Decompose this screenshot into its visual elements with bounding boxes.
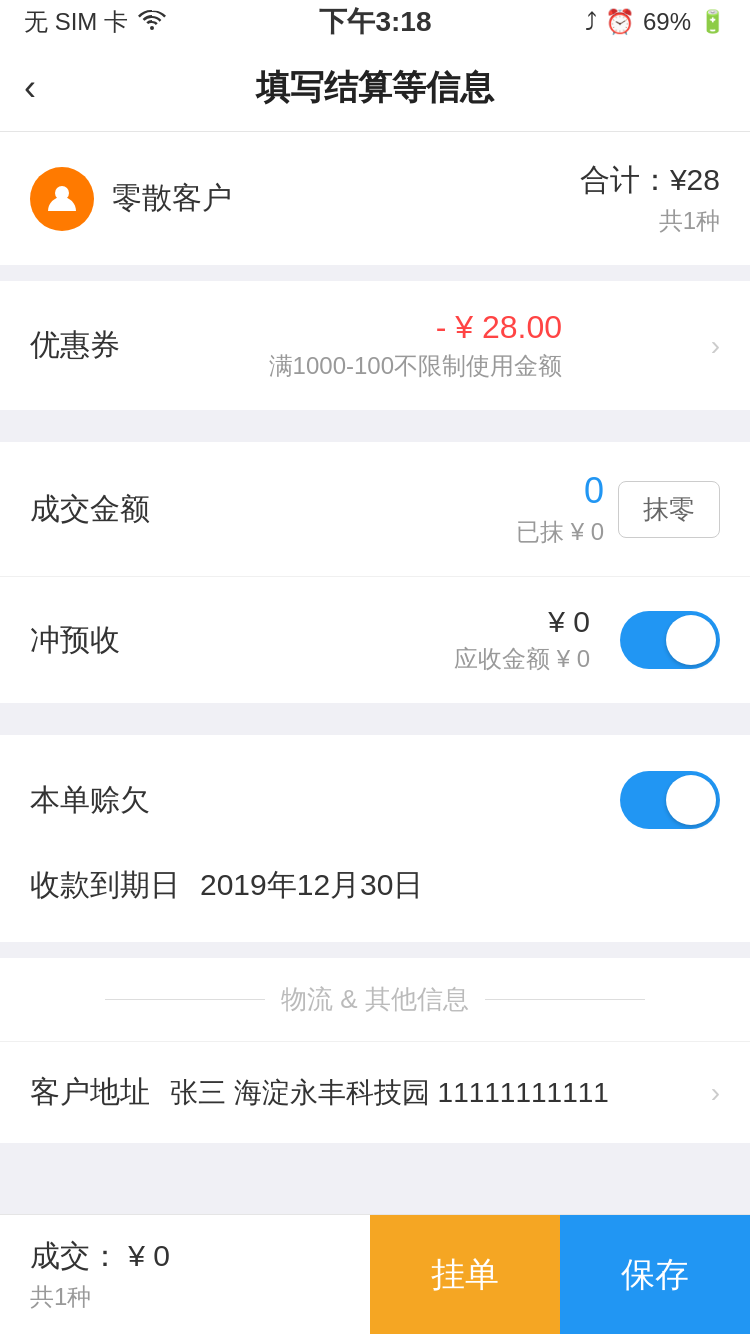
footer-info: 成交： ¥ 0 共1种 — [0, 1215, 370, 1334]
prepay-value: ¥ 0 — [454, 605, 590, 639]
prepay-label: 冲预收 — [30, 620, 120, 661]
transaction-section: 成交金额 0 已抹 ¥ 0 抹零 冲预收 ¥ 0 应收金额 ¥ 0 — [0, 442, 750, 703]
content: 零散客户 合计：¥28 共1种 优惠券 - ¥ 28.00 满1000-100不… — [0, 132, 750, 1289]
coupon-description: 满1000-100不限制使用金额 — [269, 350, 562, 382]
debt-section: 本单赊欠 收款到期日 2019年12月30日 — [0, 735, 750, 942]
transaction-label: 成交金额 — [30, 489, 150, 530]
nav-bar: ‹ 填写结算等信息 — [0, 44, 750, 132]
location-icon: ⤴ — [585, 8, 597, 36]
address-label: 客户地址 — [30, 1072, 150, 1113]
hang-single-button[interactable]: 挂单 — [370, 1215, 560, 1334]
save-button[interactable]: 保存 — [560, 1215, 750, 1334]
toggle-knob — [666, 615, 716, 665]
logistics-header: 物流 & 其他信息 — [0, 958, 750, 1041]
no-sim-text: 无 SIM 卡 — [24, 6, 128, 38]
battery-text: 69% — [643, 8, 691, 36]
prepay-right: ¥ 0 应收金额 ¥ 0 — [454, 605, 720, 675]
prepay-row: 冲预收 ¥ 0 应收金额 ¥ 0 — [0, 577, 750, 703]
wifi-icon — [138, 8, 166, 36]
battery-icon: 🔋 — [699, 9, 726, 35]
alarm-icon: ⏰ — [605, 8, 635, 36]
logistics-section: 物流 & 其他信息 客户地址 张三 海淀永丰科技园 11111111111 › — [0, 958, 750, 1143]
back-button[interactable]: ‹ — [24, 67, 36, 109]
customer-left: 零散客户 — [30, 167, 232, 231]
transaction-row: 成交金额 0 已抹 ¥ 0 抹零 — [0, 442, 750, 577]
address-value: 张三 海淀永丰科技园 11111111111 — [170, 1074, 691, 1112]
transaction-sub: 已抹 ¥ 0 — [516, 516, 604, 548]
status-bar: 无 SIM 卡 下午3:18 ⤴ ⏰ 69% 🔋 — [0, 0, 750, 44]
section-divider-2 — [0, 719, 750, 735]
customer-name: 零散客户 — [112, 178, 232, 219]
coupon-right: - ¥ 28.00 满1000-100不限制使用金额 — [269, 309, 562, 382]
debt-label: 本单赊欠 — [30, 780, 150, 821]
customer-count: 共1种 — [580, 205, 720, 237]
section-divider-1 — [0, 426, 750, 442]
prepay-sub: 应收金额 ¥ 0 — [454, 643, 590, 675]
customer-total: 合计：¥28 — [580, 160, 720, 201]
customer-right: 合计：¥28 共1种 — [580, 160, 720, 237]
footer-transaction-amount: ¥ 0 — [128, 1239, 170, 1272]
footer: 成交： ¥ 0 共1种 挂单 保存 — [0, 1214, 750, 1334]
coupon-row[interactable]: 优惠券 - ¥ 28.00 满1000-100不限制使用金额 › — [0, 281, 750, 410]
footer-count: 共1种 — [30, 1281, 340, 1313]
footer-amount: 成交： ¥ 0 — [30, 1236, 340, 1277]
address-chevron-icon: › — [711, 1077, 720, 1109]
status-time: 下午3:18 — [319, 3, 431, 41]
logistics-label: 物流 & 其他信息 — [281, 982, 469, 1017]
round-button[interactable]: 抹零 — [618, 481, 720, 538]
page-title: 填写结算等信息 — [256, 65, 494, 111]
debt-toggle-knob — [666, 775, 716, 825]
footer-transaction-label: 成交： — [30, 1239, 120, 1272]
due-date-value: 2019年12月30日 — [200, 865, 423, 906]
customer-avatar — [30, 167, 94, 231]
coupon-chevron-icon: › — [711, 330, 720, 362]
customer-section: 零散客户 合计：¥28 共1种 — [0, 132, 750, 265]
transaction-right: 0 已抹 ¥ 0 抹零 — [516, 470, 720, 548]
debt-row: 本单赊欠 — [0, 735, 750, 865]
debt-toggle[interactable] — [620, 771, 720, 829]
address-row[interactable]: 客户地址 张三 海淀永丰科技园 11111111111 › — [0, 1041, 750, 1143]
coupon-section: 优惠券 - ¥ 28.00 满1000-100不限制使用金额 › — [0, 281, 750, 410]
due-date-row: 收款到期日 2019年12月30日 — [0, 865, 750, 942]
coupon-label: 优惠券 — [30, 325, 120, 366]
transaction-value: 0 — [516, 470, 604, 512]
due-date-label: 收款到期日 — [30, 865, 180, 906]
status-right: ⤴ ⏰ 69% 🔋 — [585, 8, 726, 36]
prepay-value-container: ¥ 0 应收金额 ¥ 0 — [454, 605, 590, 675]
coupon-amount: - ¥ 28.00 — [269, 309, 562, 346]
status-left: 无 SIM 卡 — [24, 6, 166, 38]
prepay-toggle[interactable] — [620, 611, 720, 669]
